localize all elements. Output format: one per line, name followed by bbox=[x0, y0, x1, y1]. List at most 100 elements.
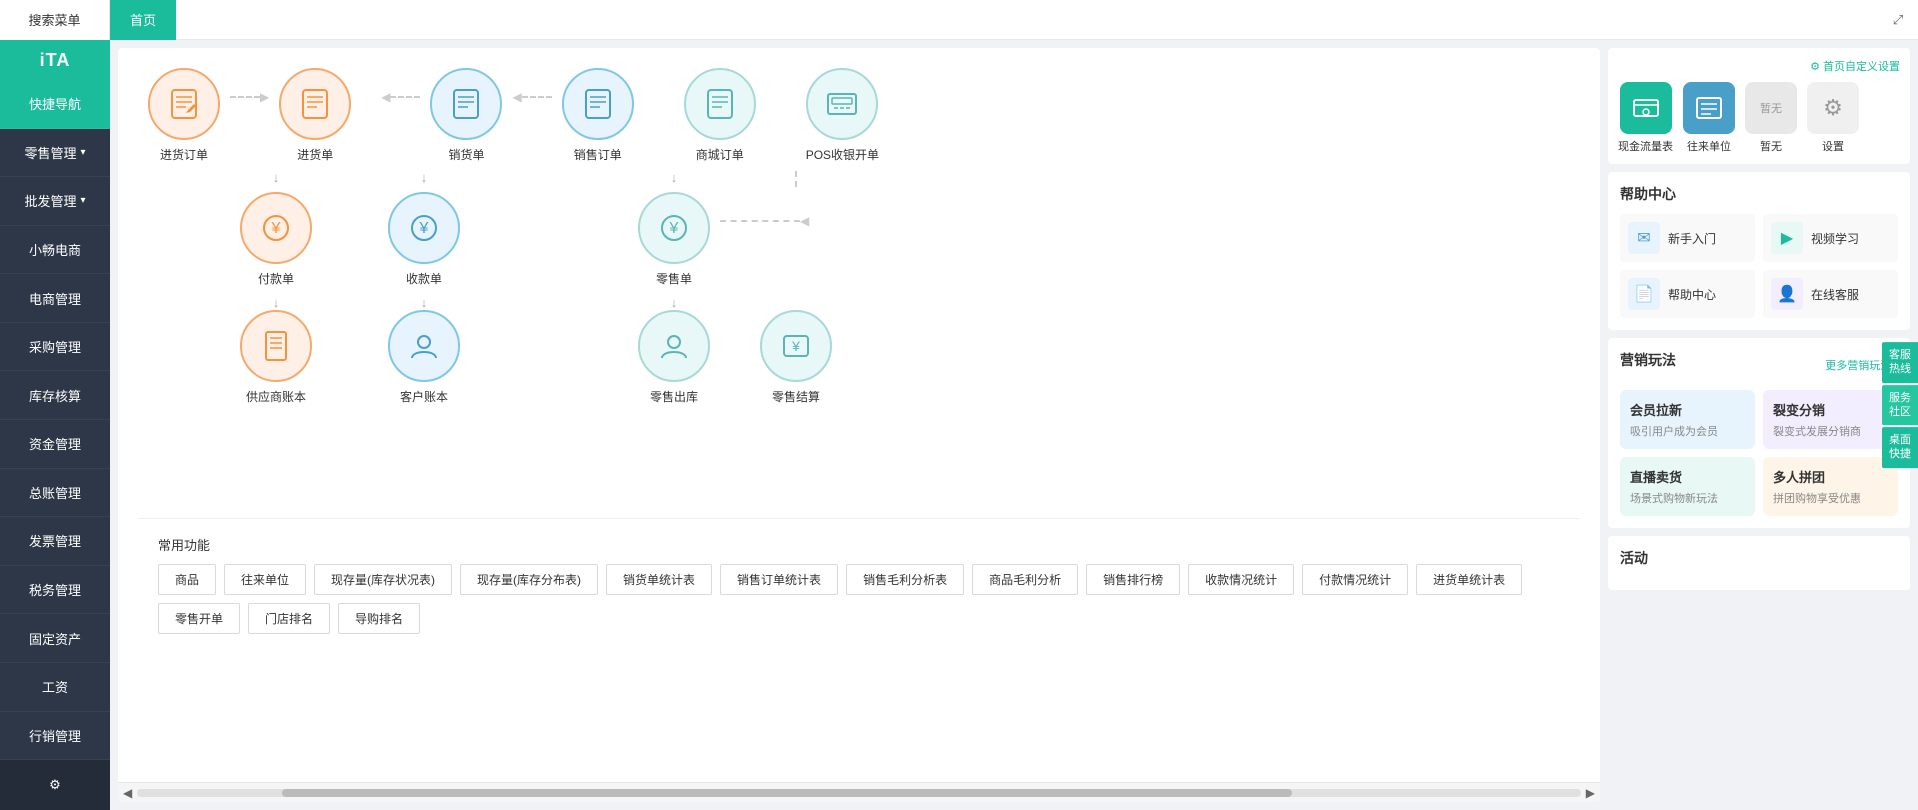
help-item-service[interactable]: 👤 在线客服 bbox=[1763, 270, 1898, 318]
node-lingshou-dan[interactable]: ¥ 零售单 bbox=[638, 192, 710, 287]
sidebar-item-finance[interactable]: 资金管理 bbox=[0, 420, 110, 469]
func-btn-retail-order[interactable]: 零售开单 bbox=[158, 603, 240, 634]
float-btn-customer-service[interactable]: 客服热线 bbox=[1882, 342, 1918, 383]
sidebar-bottom: ⚙ bbox=[0, 760, 110, 810]
sidebar-item-wholesale[interactable]: 批发管理 ▾ bbox=[0, 177, 110, 226]
node-pos[interactable]: POS收银开单 bbox=[806, 68, 879, 163]
quick-icon-settings[interactable]: ⚙ 设置 bbox=[1807, 82, 1859, 154]
node-lingshou-jiesuan[interactable]: ¥ 零售结算 bbox=[760, 310, 832, 405]
func-btn-receipt-stat[interactable]: 收款情况统计 bbox=[1188, 564, 1294, 595]
help-item-help[interactable]: 📄 帮助中心 bbox=[1620, 270, 1755, 318]
node-lingshou-chuku[interactable]: 零售出库 bbox=[638, 310, 710, 405]
marketing-item-member[interactable]: 会员拉新 吸引用户成为会员 bbox=[1620, 390, 1755, 449]
node-circle-jinghuo-dan bbox=[279, 68, 351, 140]
sidebar-item-ecommerce[interactable]: 电商管理 bbox=[0, 274, 110, 323]
home-tab[interactable]: 首页 bbox=[110, 0, 176, 40]
node-fukuan-dan[interactable]: ¥ 付款单 bbox=[240, 192, 312, 287]
marketing-item-desc-fission: 裂变式发展分销商 bbox=[1773, 423, 1888, 439]
func-btn-stock2[interactable]: 现存量(库存分布表) bbox=[460, 564, 598, 595]
node-jinghuo-dan[interactable]: 进货单 bbox=[279, 68, 351, 163]
func-btn-goods-profit[interactable]: 商品毛利分析 bbox=[972, 564, 1078, 595]
node-label-lingshou-dan: 零售单 bbox=[656, 270, 692, 287]
func-btn-sales-profit[interactable]: 销售毛利分析表 bbox=[846, 564, 964, 595]
sidebar-item-retail[interactable]: 零售管理 ▾ bbox=[0, 129, 110, 178]
help-icon-help: 📄 bbox=[1628, 278, 1660, 310]
sidebar-item-salary[interactable]: 工资 bbox=[0, 663, 110, 712]
node-circle-lingshou-dan: ¥ bbox=[638, 192, 710, 264]
func-btn-purchase-stat[interactable]: 进货单统计表 bbox=[1416, 564, 1522, 595]
sidebar-item-tax[interactable]: 税务管理 bbox=[0, 566, 110, 615]
func-btn-partners[interactable]: 往来单位 bbox=[224, 564, 306, 595]
func-btn-sales-stat[interactable]: 销货单统计表 bbox=[606, 564, 712, 595]
func-btn-store-rank[interactable]: 门店排名 bbox=[248, 603, 330, 634]
sidebar-item-label: 快捷导航 bbox=[29, 94, 81, 113]
quick-nav-header: ⚙ 首页自定义设置 bbox=[1618, 58, 1900, 74]
quick-icon-box-partners bbox=[1683, 82, 1735, 134]
sidebar-item-inventory[interactable]: 库存核算 bbox=[0, 371, 110, 420]
sidebar-item-invoice[interactable]: 发票管理 bbox=[0, 517, 110, 566]
sidebar-item-more[interactable]: 行销管理 bbox=[0, 712, 110, 761]
quick-icon-box-cash-flow bbox=[1620, 82, 1672, 134]
common-func-section: 常用功能 商品 往来单位 现存量(库存状况表) 现存量(库存分布表) 销货单统计… bbox=[138, 518, 1580, 650]
func-btn-sales-rank[interactable]: 销售排行榜 bbox=[1086, 564, 1180, 595]
top-bar: 搜索菜单 首页 ⤢ bbox=[0, 0, 1918, 40]
marketing-item-title-fission: 裂变分销 bbox=[1773, 400, 1888, 419]
marketing-item-live[interactable]: 直播卖货 场景式购物新玩法 bbox=[1620, 457, 1755, 516]
main-layout: iTA 快捷导航 零售管理 ▾ 批发管理 ▾ 小畅电商 电商管理 采购管理 库存… bbox=[0, 40, 1918, 810]
sidebar-item-general[interactable]: 总账管理 bbox=[0, 469, 110, 518]
quick-nav-panel: ⚙ 首页自定义设置 现金流量表 往来单位 bbox=[1608, 48, 1910, 164]
node-label-shangcheng-order: 商城订单 bbox=[696, 146, 744, 163]
func-btn-payment-stat[interactable]: 付款情况统计 bbox=[1302, 564, 1408, 595]
svg-text:¥: ¥ bbox=[791, 338, 800, 354]
scroll-right-arrow[interactable]: ▶ bbox=[1586, 786, 1595, 800]
sidebar-item-label: 固定资产 bbox=[29, 629, 81, 648]
sidebar-item-label: 采购管理 bbox=[29, 337, 81, 356]
sidebar-item-purchase[interactable]: 采购管理 bbox=[0, 323, 110, 372]
float-btn-desktop[interactable]: 桌面快捷 bbox=[1882, 427, 1918, 468]
node-xiaohuo-dan[interactable]: 销货单 bbox=[430, 68, 502, 163]
quick-icon-label-partners: 往来单位 bbox=[1687, 138, 1731, 154]
node-shoukuan-dan[interactable]: ¥ 收款单 bbox=[388, 192, 460, 287]
sidebar-item-label: 小畅电商 bbox=[29, 240, 81, 259]
func-btn-guide-rank[interactable]: 导购排名 bbox=[338, 603, 420, 634]
quick-icon-none[interactable]: 暂无 暂无 bbox=[1745, 82, 1797, 154]
sidebar-item-label: 库存核算 bbox=[29, 386, 81, 405]
help-item-beginner[interactable]: ✉ 新手入门 bbox=[1620, 214, 1755, 262]
scroll-track[interactable] bbox=[137, 789, 1581, 797]
search-menu[interactable]: 搜索菜单 bbox=[0, 0, 110, 40]
sidebar-item-xiaochang[interactable]: 小畅电商 bbox=[0, 226, 110, 275]
arrow-2: ◀ bbox=[381, 90, 420, 104]
marketing-item-group[interactable]: 多人拼团 拼团购物享受优惠 bbox=[1763, 457, 1898, 516]
node-gongying-zhang[interactable]: 供应商账本 bbox=[240, 310, 312, 405]
marketing-item-fission[interactable]: 裂变分销 裂变式发展分销商 bbox=[1763, 390, 1898, 449]
sidebar-item-fixed-asset[interactable]: 固定资产 bbox=[0, 614, 110, 663]
node-jinghuo-order[interactable]: 进货订单 bbox=[148, 68, 220, 163]
func-btn-stock1[interactable]: 现存量(库存状况表) bbox=[314, 564, 452, 595]
node-circle-lingshou-jiesuan: ¥ bbox=[760, 310, 832, 382]
help-item-video[interactable]: ▶ 视频学习 bbox=[1763, 214, 1898, 262]
quick-icon-box-none: 暂无 bbox=[1745, 82, 1797, 134]
node-label-kehu-zhang: 客户账本 bbox=[400, 388, 448, 405]
customize-setting[interactable]: ⚙ 首页自定义设置 bbox=[1810, 58, 1900, 74]
node-circle-kehu-zhang bbox=[388, 310, 460, 382]
node-label-xiaoshou-order: 销售订单 bbox=[574, 146, 622, 163]
svg-text:¥: ¥ bbox=[419, 220, 429, 237]
float-btn-community[interactable]: 服务社区 bbox=[1882, 385, 1918, 426]
scroll-left-arrow[interactable]: ◀ bbox=[123, 786, 132, 800]
node-kehu-zhang[interactable]: 客户账本 bbox=[388, 310, 460, 405]
func-btn-goods[interactable]: 商品 bbox=[158, 564, 216, 595]
top-right: ⤢ bbox=[1888, 10, 1918, 30]
expand-icon[interactable]: ⤢ bbox=[1888, 10, 1908, 30]
quick-icon-cash-flow[interactable]: 现金流量表 bbox=[1618, 82, 1673, 154]
node-xiaoshou-order[interactable]: 销售订单 bbox=[562, 68, 634, 163]
sidebar-item-quick-nav[interactable]: 快捷导航 bbox=[0, 80, 110, 129]
func-btn-sales-order-stat[interactable]: 销售订单统计表 bbox=[720, 564, 838, 595]
activity-title: 活动 bbox=[1620, 548, 1898, 568]
node-shangcheng-order[interactable]: 商城订单 bbox=[684, 68, 756, 163]
sidebar-gear-button[interactable]: ⚙ bbox=[0, 760, 110, 810]
node-circle-fukuan-dan: ¥ bbox=[240, 192, 312, 264]
dropdown-arrow-icon: ▾ bbox=[80, 195, 85, 206]
gear-icon: ⚙ bbox=[49, 777, 61, 793]
help-label-beginner: 新手入门 bbox=[1668, 230, 1716, 247]
quick-icon-partners[interactable]: 往来单位 bbox=[1683, 82, 1735, 154]
